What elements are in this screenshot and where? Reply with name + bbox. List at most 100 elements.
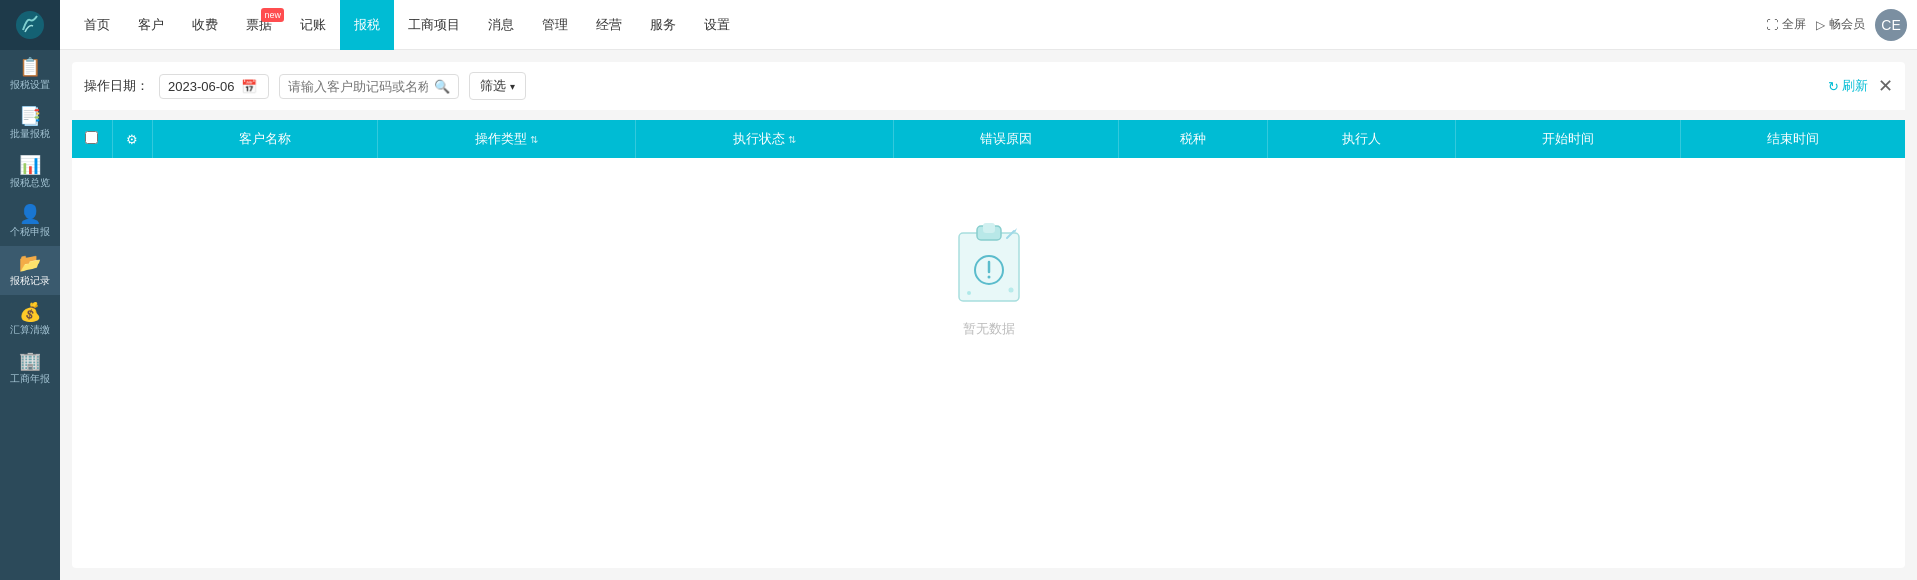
nav-items: 首页 客户 收费票据new 记账 报税 工商项目 消息 管理 经营 服务 设置 [70,0,1766,50]
sidebar-item-baoshui-jilu[interactable]: 📂 报税记录 [0,246,60,295]
search-input[interactable] [288,79,428,94]
sidebar-item-huisuan-jiaona[interactable]: 💰 汇算清缴 [0,295,60,344]
nav-label-xiaoxi: 消息 [488,16,514,34]
nav-label-jingying: 经营 [596,16,622,34]
avatar-text: CE [1881,17,1900,33]
th-error-reason: 错误原因 [893,120,1119,158]
nav-item-bao-shui[interactable]: 报税 [340,0,394,50]
empty-text: 暂无数据 [963,320,1015,338]
page-content: 操作日期： 2023-06-06 📅 🔍 筛选 ▾ ↻ 刷新 ✕ [60,50,1917,580]
nav-label-fuwu: 服务 [650,16,676,34]
nav-label-bao-shui: 报税 [354,16,380,34]
filter-button[interactable]: 筛选 ▾ [469,72,526,100]
filter-label: 筛选 [480,77,506,95]
sidebar-label-baoshui-zonglан: 报税总览 [10,177,50,189]
nav-item-piao-ju[interactable]: 票据new [232,0,286,50]
search-box[interactable]: 🔍 [279,74,459,99]
video-icon: ▷ [1816,18,1825,32]
nav-label-guanli: 管理 [542,16,568,34]
empty-state: 暂无数据 [72,158,1905,398]
refresh-label: 刷新 [1842,77,1868,95]
sidebar-icon-gongshang-nianbao: 🏢 [19,352,41,370]
nav-item-gongshang-xiangmu[interactable]: 工商项目 [394,0,474,50]
column-settings-icon[interactable]: ⚙ [126,132,138,147]
sidebar-label-geshuishenb: 个税申报 [10,226,50,238]
sidebar-item-piliang-baoshui[interactable]: 📑 批量报税 [0,99,60,148]
date-value: 2023-06-06 [168,79,235,94]
logo-icon [15,10,45,40]
nav-item-guanli[interactable]: 管理 [528,0,582,50]
sidebar-icon-geshuishenb: 👤 [19,205,41,223]
empty-state-illustration [949,218,1029,308]
sidebar-item-geshuishenb[interactable]: 👤 个税申报 [0,197,60,246]
sidebar-icon-baoshui-zonglан: 📊 [19,156,41,174]
svg-rect-3 [983,223,995,233]
date-label: 操作日期： [84,77,149,95]
topnav-right: ⛶ 全屏 ▷ 畅会员 CE [1766,9,1907,41]
svg-point-8 [1008,288,1013,293]
toolbar: 操作日期： 2023-06-06 📅 🔍 筛选 ▾ ↻ 刷新 ✕ [72,62,1905,110]
sidebar-label-baoshui-jilu: 报税记录 [10,275,50,287]
nav-label-gongshang-xiangmu: 工商项目 [408,16,460,34]
select-all-checkbox[interactable] [85,131,98,144]
refresh-button[interactable]: ↻ 刷新 [1828,77,1868,95]
table-header-row: ⚙ 客户名称操作类型⇅执行状态⇅错误原因税种执行人开始时间结束时间 [72,120,1905,158]
sidebar-label-huisuan-jiaona: 汇算清缴 [10,324,50,336]
table-body: 暂无数据 [72,158,1905,398]
member-label: 畅会员 [1829,16,1865,33]
sidebar-label-baoshui-shezhi: 报税设置 [10,79,50,91]
th-executor: 执行人 [1268,120,1455,158]
data-table: ⚙ 客户名称操作类型⇅执行状态⇅错误原因税种执行人开始时间结束时间 [72,120,1905,568]
nav-badge-piao-ju: new [261,8,284,22]
sidebar-icon-baoshui-jilu: 📂 [19,254,41,272]
nav-item-kehu[interactable]: 客户 [124,0,178,50]
sort-icon-exec-status: ⇅ [788,134,796,145]
sidebar-icon-piliang-baoshui: 📑 [19,107,41,125]
sidebar-icon-huisuan-jiaona: 💰 [19,303,41,321]
avatar[interactable]: CE [1875,9,1907,41]
th-exec-status[interactable]: 执行状态⇅ [635,120,893,158]
th-start-time: 开始时间 [1455,120,1681,158]
nav-item-xiaoxi[interactable]: 消息 [474,0,528,50]
th-tax-type: 税种 [1119,120,1268,158]
th-operation-type[interactable]: 操作类型⇅ [378,120,636,158]
member-button[interactable]: ▷ 畅会员 [1816,16,1865,33]
date-picker[interactable]: 2023-06-06 📅 [159,74,269,99]
svg-point-7 [967,291,971,295]
sidebar-label-gongshang-nianbao: 工商年报 [10,373,50,385]
toolbar-right: ↻ 刷新 ✕ [1828,77,1893,95]
svg-point-0 [16,11,44,39]
fullscreen-button[interactable]: ⛶ 全屏 [1766,16,1806,33]
nav-item-shezhi[interactable]: 设置 [690,0,744,50]
nav-item-shoufei[interactable]: 收费 [178,0,232,50]
chevron-down-icon: ▾ [510,81,515,92]
fullscreen-icon: ⛶ [1766,18,1778,32]
refresh-icon: ↻ [1828,79,1839,94]
th-settings: ⚙ [112,120,152,158]
svg-point-6 [987,276,990,279]
close-button[interactable]: ✕ [1878,77,1893,95]
main-content: 首页 客户 收费票据new 记账 报税 工商项目 消息 管理 经营 服务 设置 ⛶ 全屏 ▷ 畅会员… [60,0,1917,580]
sidebar-item-gongshang-nianbao[interactable]: 🏢 工商年报 [0,344,60,393]
top-navigation: 首页 客户 收费票据new 记账 报税 工商项目 消息 管理 经营 服务 设置 ⛶ 全屏 ▷ 畅会员… [60,0,1917,50]
th-checkbox [72,120,112,158]
nav-label-shouye: 首页 [84,16,110,34]
nav-label-shoufei: 收费 [192,16,218,34]
nav-item-fuwu[interactable]: 服务 [636,0,690,50]
search-icon: 🔍 [434,79,450,94]
nav-item-shouye[interactable]: 首页 [70,0,124,50]
nav-label-kehu: 客户 [138,16,164,34]
calendar-icon: 📅 [241,79,257,94]
sidebar-item-baoshui-zonglан[interactable]: 📊 报税总览 [0,148,60,197]
sidebar-icon-baoshui-shezhi: 📋 [19,58,41,76]
th-client-name: 客户名称 [152,120,378,158]
th-end-time: 结束时间 [1681,120,1905,158]
nav-item-jingying[interactable]: 经营 [582,0,636,50]
fullscreen-label: 全屏 [1782,16,1806,33]
sort-icon-operation-type: ⇅ [530,134,538,145]
nav-label-ji-zhang: 记账 [300,16,326,34]
nav-label-shezhi: 设置 [704,16,730,34]
sidebar: 📋 报税设置📑 批量报税📊 报税总览👤 个税申报📂 报税记录💰 汇算清缴🏢 工商… [0,0,60,580]
sidebar-item-baoshui-shezhi[interactable]: 📋 报税设置 [0,50,60,99]
nav-item-ji-zhang[interactable]: 记账 [286,0,340,50]
